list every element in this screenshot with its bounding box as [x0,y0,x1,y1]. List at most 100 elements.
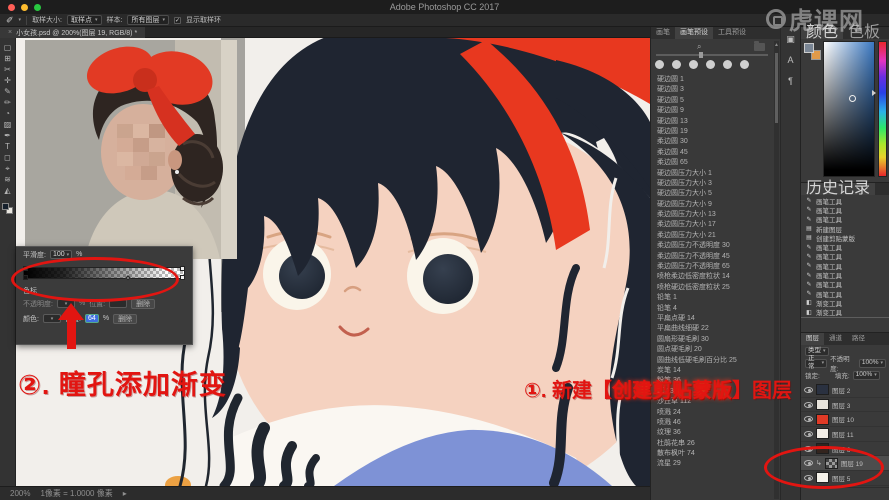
tool-button[interactable]: T [2,141,14,152]
layer-row[interactable]: ↳ 图层 10 [801,412,889,428]
layer-name[interactable]: 图层 3 [832,400,850,410]
history-state[interactable]: 渐变工具 [801,308,889,317]
brush-preset-item[interactable]: 喷溅 24 [651,408,775,418]
blend-mode-dropdown[interactable]: 正常 ▾ [805,355,828,370]
history-state[interactable]: 画笔工具 [801,215,889,224]
history-state[interactable]: 画笔工具 [801,261,889,271]
brush-preset-item[interactable]: 硬边圆 3 [651,85,775,95]
show-ring-checkbox[interactable]: ✓ [174,16,181,24]
tool-button[interactable]: ✎ [2,86,14,97]
tool-button[interactable]: ✏ [2,97,14,108]
layer-visibility-eye-icon[interactable] [804,401,813,408]
panel-tab[interactable]: 画笔 [651,27,675,39]
history-state[interactable]: 画笔工具 [801,270,889,280]
brush-tip-icon[interactable] [723,60,732,69]
brush-preset-item[interactable]: 喷枪柔边低密度粒状 14 [651,272,775,282]
history-state[interactable]: 渐变工具 [801,298,889,308]
foreground-color-swatch[interactable] [1,203,9,210]
brush-preset-item[interactable]: 铅笔 4 [651,304,775,314]
foreground-background-swatches[interactable] [1,203,14,215]
delete-stop-button[interactable]: 删除 [131,298,156,309]
tool-button[interactable]: ◔ [2,108,14,119]
brush-preset-item[interactable]: 平扁曲线细硬 22 [651,324,775,334]
history-state[interactable]: 画笔工具 [801,242,889,252]
opacity-input[interactable]: 100% ▾ [858,358,886,368]
layer-visibility-eye-icon[interactable] [804,386,813,393]
brush-preset-item[interactable]: 柔边圆压力不透明度 45 [651,252,775,262]
panel-tab-history[interactable]: 历史记录 [801,181,876,197]
layer-row[interactable]: ↳ 图层 2 [801,383,889,398]
status-chevron-icon[interactable]: ▸ [123,489,127,498]
layer-row[interactable]: ↳ 图层 11 [801,427,889,442]
delete-stop-button[interactable]: 删除 [113,313,138,324]
collapsed-panel-icon[interactable]: A [784,54,798,66]
layer-thumbnail[interactable] [816,428,829,440]
brush-preset-item[interactable]: 柔边圆 30 [651,137,775,147]
layer-thumbnail[interactable] [816,384,829,396]
brush-preset-item[interactable]: 硬边圆压力大小 9 [651,200,775,210]
hue-marker-icon[interactable] [872,90,876,96]
tool-button[interactable]: ⌖ [2,163,14,174]
tool-button[interactable]: ◭ [2,185,14,196]
layer-thumbnail[interactable] [816,413,829,425]
brush-preset-item[interactable]: 硬边圆压力大小 1 [651,169,775,179]
brush-preset-item[interactable]: 柔边圆压力大小 21 [651,231,775,241]
layer-row[interactable]: ↳ 图层 3 [801,398,889,413]
tool-button[interactable]: ▨ [2,119,14,130]
foreground-color-swatch[interactable] [804,43,814,53]
history-state[interactable]: 新建图层 [801,224,889,234]
brush-preset-item[interactable]: 杜鹃花串 26 [651,439,775,449]
stop-location-input[interactable]: 64 [84,314,99,323]
brush-preset-item[interactable]: 圆点硬毛刷 20 [651,345,775,355]
panel-tab[interactable]: 图层 [801,333,824,345]
brush-tip-icon[interactable] [672,60,681,69]
layer-name[interactable]: 图层 2 [832,385,850,395]
brush-preset-item[interactable]: 散布枫叶 74 [651,449,775,459]
tool-button[interactable]: ⊞ [2,53,14,64]
layer-visibility-eye-icon[interactable] [804,430,813,437]
brush-tip-icon[interactable] [655,60,664,69]
tool-preset-caret-icon[interactable]: ▾ [19,17,22,23]
color-stop[interactable] [180,275,185,280]
brush-preset-item[interactable]: 硬边圆压力大小 5 [651,189,775,199]
brush-preset-item[interactable]: 硬边圆 13 [651,117,775,127]
brush-preset-item[interactable]: 纹理 36 [651,428,775,438]
tool-button[interactable]: ✂ [2,64,14,75]
brush-tip-icon[interactable] [706,60,715,69]
fill-input[interactable]: 100% ▾ [852,370,880,380]
tool-button[interactable]: ✛ [2,75,14,86]
history-state[interactable]: 画笔工具 [801,280,889,289]
panel-tab[interactable]: 画笔预设 [675,27,713,39]
layer-visibility-eye-icon[interactable] [804,416,813,423]
brush-preset-item[interactable]: 喷溅 46 [651,418,775,428]
panel-tab[interactable]: 工具预设 [713,27,751,39]
document-tab[interactable]: × 小女孩.psd @ 200%(图层 19, RGB/8) * [0,27,146,38]
layer-name[interactable]: 图层 10 [832,414,854,424]
scrollbar[interactable]: ▲ [774,41,779,499]
brush-preset-item[interactable]: 柔边圆压力不透明度 65 [651,262,775,272]
color-cursor[interactable] [849,95,856,102]
layer-name[interactable]: 图层 11 [832,429,854,439]
brush-preset-item[interactable]: 柔边圆压力大小 13 [651,210,775,220]
opacity-stop[interactable] [180,266,185,271]
saturation-brightness-field[interactable] [823,41,875,177]
tool-button[interactable]: ≋ [2,174,14,185]
brush-preset-item[interactable]: 圆曲线低硬毛刷百分比 25 [651,356,775,366]
brush-preset-item[interactable]: 柔边圆 65 [651,158,775,168]
brush-tip-icon[interactable] [689,60,698,69]
brush-preset-item[interactable]: 柔边圆 45 [651,148,775,158]
tool-button[interactable]: ✒ [2,130,14,141]
brush-preset-item[interactable]: 铅笔 1 [651,293,775,303]
brush-preset-item[interactable]: 硬边圆 9 [651,106,775,116]
brush-preset-item[interactable]: 硬边圆 5 [651,96,775,106]
history-state[interactable]: 载入选区 [801,316,889,318]
history-state[interactable]: 画笔工具 [801,196,889,206]
layer-thumbnail[interactable] [816,399,829,411]
hue-slider[interactable] [878,41,887,177]
search-icon[interactable]: ⌕ [697,42,701,52]
zoom-level[interactable]: 200% [10,489,30,498]
sample-size-dropdown[interactable]: 取样点 ▾ [67,15,102,25]
brush-preset-item[interactable]: 平扁点硬 14 [651,314,775,324]
brush-preset-item[interactable]: 柔边圆压力大小 17 [651,220,775,230]
panel-tab[interactable]: 通道 [824,333,847,345]
